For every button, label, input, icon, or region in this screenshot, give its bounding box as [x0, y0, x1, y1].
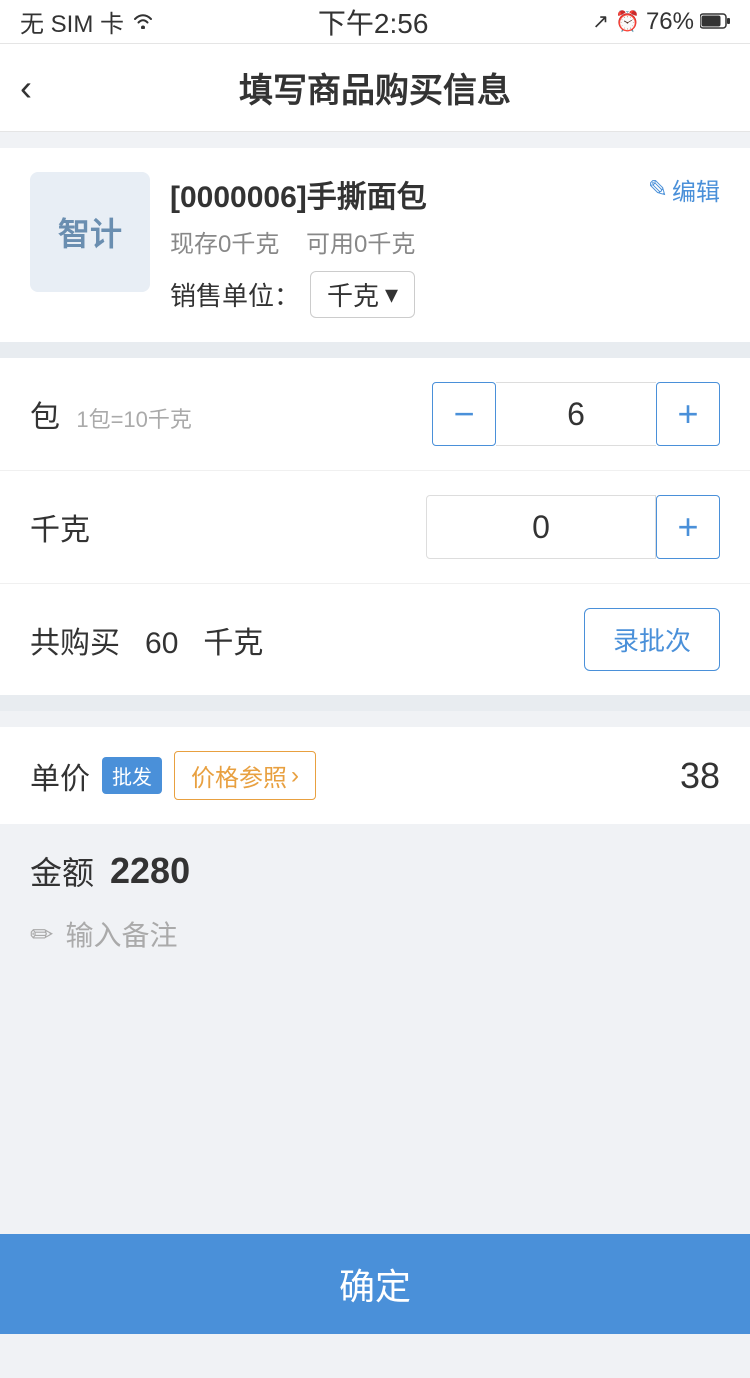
- price-row: 单价 批发 价格参照 › 38: [30, 751, 720, 800]
- nav-bar: ‹ 填写商品购买信息: [0, 44, 750, 132]
- price-tag: 批发: [102, 757, 162, 794]
- bag-quantity-input[interactable]: [496, 382, 656, 446]
- price-ref-label: 价格参照: [191, 758, 287, 793]
- unit-select[interactable]: 千克 ▾: [310, 271, 415, 318]
- total-label: 共购买: [30, 627, 120, 660]
- amount-value: 2280: [110, 850, 190, 892]
- product-stock: 现存0千克 可用0千克: [170, 224, 720, 259]
- edit-label: 编辑: [672, 172, 720, 207]
- battery-icon: [700, 8, 730, 36]
- batch-button[interactable]: 录批次: [584, 608, 720, 671]
- pencil-icon: ✏: [30, 918, 53, 951]
- bag-plus-button[interactable]: +: [656, 382, 720, 446]
- location-icon: ↗: [592, 9, 609, 34]
- total-amount: 60: [145, 627, 178, 660]
- kg-input-row: 千克 +: [0, 471, 750, 584]
- battery-label: 76%: [646, 8, 694, 36]
- sim-label: 无 SIM 卡: [20, 4, 124, 39]
- available-label: 可用0千克: [306, 231, 415, 258]
- price-ref-arrow: ›: [291, 762, 299, 790]
- section-divider-2: [0, 695, 750, 711]
- price-label: 单价 批发 价格参照 ›: [30, 751, 316, 800]
- empty-space: [0, 978, 750, 1278]
- status-bar: 无 SIM 卡 下午2:56 ↗ ⏰ 76%: [0, 0, 750, 44]
- amount-section: 金额 2280 ✏ 输入备注: [0, 824, 750, 978]
- total-unit: 千克: [203, 627, 263, 660]
- confirm-label: 确定: [339, 1258, 411, 1310]
- kg-quantity-input[interactable]: [426, 495, 656, 559]
- total-text: 共购买 60 千克: [30, 618, 263, 662]
- bag-label: 包 1包=10千克: [30, 392, 432, 436]
- unit-label: 销售单位：: [170, 276, 300, 313]
- product-logo: 智计: [58, 209, 122, 255]
- remark-row[interactable]: ✏ 输入备注: [30, 914, 720, 954]
- price-label-text: 单价: [30, 754, 90, 798]
- product-card: 智计 [0000006]手撕面包 ✎ 编辑 现存0千克 可用0千克 销售单位： …: [0, 148, 750, 342]
- edit-icon: ✎: [648, 175, 668, 204]
- price-section: 单价 批发 价格参照 › 38: [0, 727, 750, 824]
- bag-sublabel: 1包=10千克: [76, 407, 192, 432]
- status-left: 无 SIM 卡: [20, 4, 154, 39]
- kg-plus-button[interactable]: +: [656, 495, 720, 559]
- input-section: 包 1包=10千克 − + 千克 +: [0, 358, 750, 584]
- unit-value: 千克: [327, 276, 379, 313]
- product-unit-row: 销售单位： 千克 ▾: [170, 271, 720, 318]
- remark-placeholder: 输入备注: [65, 914, 177, 954]
- page-title: 填写商品购买信息: [239, 63, 511, 112]
- wifi-icon: [132, 8, 154, 36]
- status-right: ↗ ⏰ 76%: [592, 8, 730, 36]
- chevron-down-icon: ▾: [385, 279, 398, 310]
- amount-label: 金额: [30, 848, 94, 894]
- status-time: 下午2:56: [318, 2, 429, 42]
- bag-quantity-control: − +: [432, 382, 720, 446]
- kg-quantity-control: +: [426, 495, 720, 559]
- product-image: 智计: [30, 172, 150, 292]
- bag-input-row: 包 1包=10千克 − +: [0, 358, 750, 471]
- section-divider-1: [0, 342, 750, 358]
- confirm-button[interactable]: 确定: [0, 1234, 750, 1334]
- price-ref-button[interactable]: 价格参照 ›: [174, 751, 316, 800]
- amount-row: 金额 2280: [30, 848, 720, 894]
- kg-label: 千克: [30, 505, 426, 549]
- price-value: 38: [680, 755, 720, 797]
- product-info: [0000006]手撕面包 ✎ 编辑 现存0千克 可用0千克 销售单位： 千克 …: [170, 172, 720, 318]
- product-header: [0000006]手撕面包 ✎ 编辑: [170, 172, 720, 216]
- total-row: 共购买 60 千克 录批次: [0, 584, 750, 695]
- edit-button[interactable]: ✎ 编辑: [648, 172, 720, 207]
- bag-minus-button[interactable]: −: [432, 382, 496, 446]
- alarm-icon: ⏰: [615, 9, 640, 34]
- back-button[interactable]: ‹: [20, 67, 32, 109]
- product-name: [0000006]手撕面包: [170, 172, 648, 216]
- stock-label: 现存0千克: [170, 231, 279, 258]
